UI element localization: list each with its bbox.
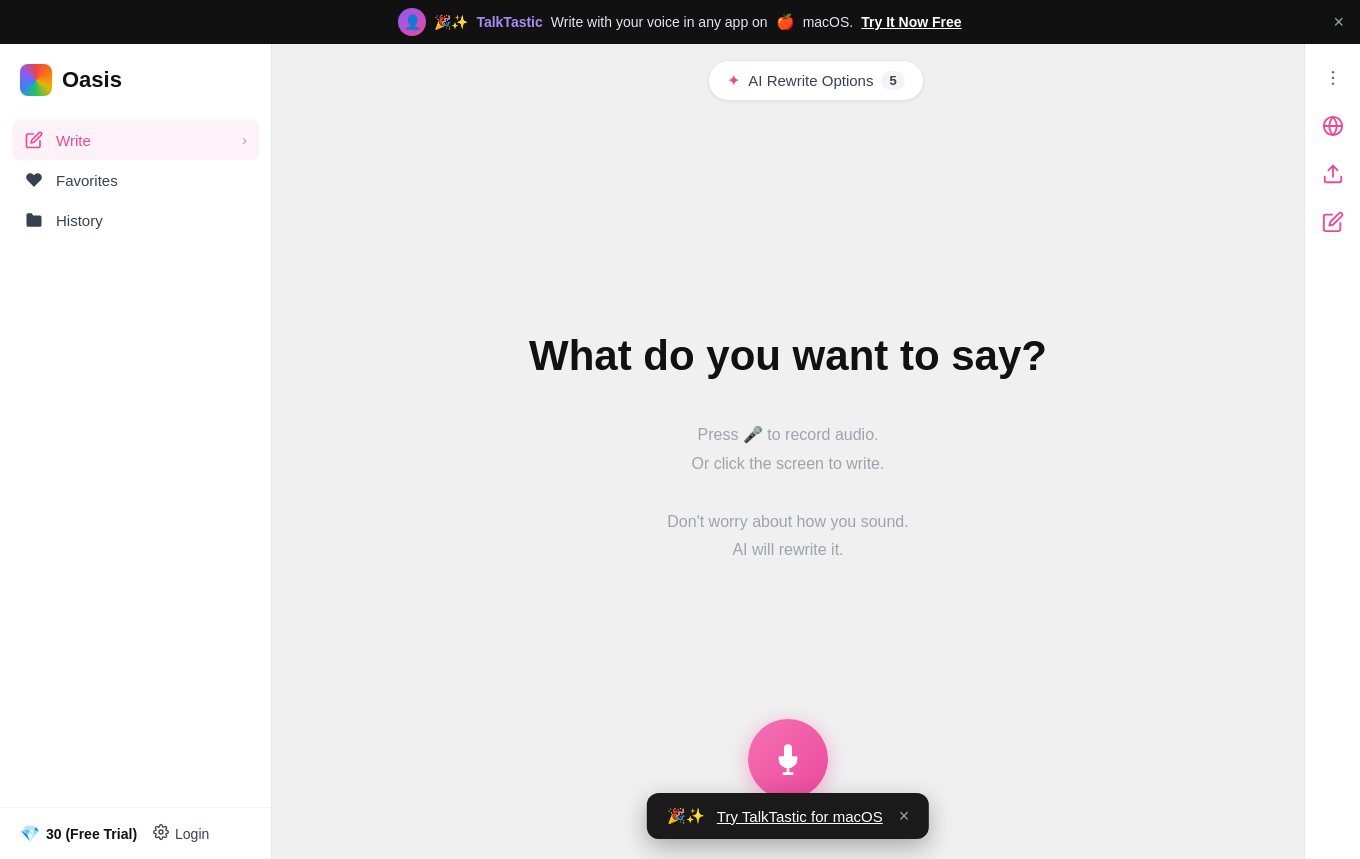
write-icon	[24, 130, 44, 150]
bottom-toast: 🎉✨ Try TalkTastic for macOS ×	[647, 793, 929, 839]
sidebar-item-write[interactable]: Write ›	[12, 120, 259, 160]
upload-icon	[1322, 163, 1344, 190]
sidebar-header: Oasis	[0, 44, 271, 112]
heart-icon	[24, 170, 44, 190]
settings-icon	[153, 824, 169, 843]
instruction-line-3: Don't worry about how you sound.	[667, 508, 908, 537]
toast-close-button[interactable]: ×	[899, 807, 910, 825]
oasis-logo	[20, 64, 52, 96]
credits-badge: 💎 30 (Free Trial)	[20, 824, 137, 843]
microphone-icon	[772, 743, 804, 775]
chevron-right-icon: ›	[242, 132, 247, 148]
diamond-icon: 💎	[20, 824, 40, 843]
credits-text: 30 (Free Trial)	[46, 826, 137, 842]
sidebar-write-label: Write	[56, 132, 91, 149]
login-button[interactable]: Login	[153, 824, 209, 843]
svg-point-5	[1331, 82, 1334, 85]
instruction-line-4: AI will rewrite it.	[667, 536, 908, 565]
more-icon	[1323, 68, 1343, 93]
svg-point-0	[159, 830, 163, 834]
right-panel	[1304, 44, 1360, 859]
ai-rewrite-button[interactable]: ✦ AI Rewrite Options 5	[708, 60, 923, 101]
sidebar-item-history[interactable]: History	[12, 200, 259, 240]
toast-link[interactable]: Try TalkTastic for macOS	[717, 808, 883, 825]
page-heading: What do you want to say?	[529, 331, 1047, 381]
edit-button[interactable]	[1313, 204, 1353, 244]
instructions: Press 🎤 to record audio. Or click the sc…	[667, 421, 908, 565]
instruction-line-1: Press 🎤 to record audio.	[667, 421, 908, 450]
mic-button[interactable]	[748, 719, 828, 799]
ai-rewrite-count: 5	[881, 71, 904, 90]
sparkle-icon: ✦	[727, 71, 740, 90]
sidebar-nav: Write › Favorites History	[0, 112, 271, 807]
instruction-line-2: Or click the screen to write.	[667, 450, 908, 479]
svg-point-4	[1331, 76, 1334, 79]
edit-icon	[1322, 211, 1344, 238]
top-banner: 👤 🎉✨ TalkTastic Write with your voice in…	[0, 0, 1360, 44]
oasis-title: Oasis	[62, 67, 122, 93]
sidebar-footer: 💎 30 (Free Trial) Login	[0, 807, 271, 859]
sidebar-favorites-label: Favorites	[56, 172, 118, 189]
globe-button[interactable]	[1313, 108, 1353, 148]
banner-emoji: 🎉✨	[434, 14, 468, 30]
sidebar-item-favorites[interactable]: Favorites	[12, 160, 259, 200]
svg-point-3	[1331, 70, 1334, 73]
toast-emoji: 🎉✨	[667, 807, 705, 825]
globe-icon	[1322, 115, 1344, 142]
share-button[interactable]	[1313, 156, 1353, 196]
mic-emoji: 🎤	[743, 426, 767, 443]
mic-area	[748, 719, 828, 799]
main-content: ✦ AI Rewrite Options 5 What do you want …	[272, 44, 1360, 859]
banner-cta-button[interactable]: Try It Now Free	[861, 14, 961, 30]
apple-icon: 🍎	[776, 13, 795, 31]
login-label: Login	[175, 826, 209, 842]
banner-platform: macOS.	[803, 14, 854, 30]
banner-close-button[interactable]: ×	[1333, 13, 1344, 31]
sidebar-history-label: History	[56, 212, 103, 229]
folder-icon	[24, 210, 44, 230]
banner-text: Write with your voice in any app on	[551, 14, 768, 30]
banner-brand: TalkTastic	[476, 14, 542, 30]
sidebar: Oasis Write ›	[0, 44, 272, 859]
main-topbar: ✦ AI Rewrite Options 5	[272, 44, 1360, 117]
ai-rewrite-label: AI Rewrite Options	[748, 72, 873, 89]
banner-avatar: 👤	[398, 8, 426, 36]
app-layout: Oasis Write ›	[0, 0, 1360, 859]
more-options-button[interactable]	[1313, 60, 1353, 100]
